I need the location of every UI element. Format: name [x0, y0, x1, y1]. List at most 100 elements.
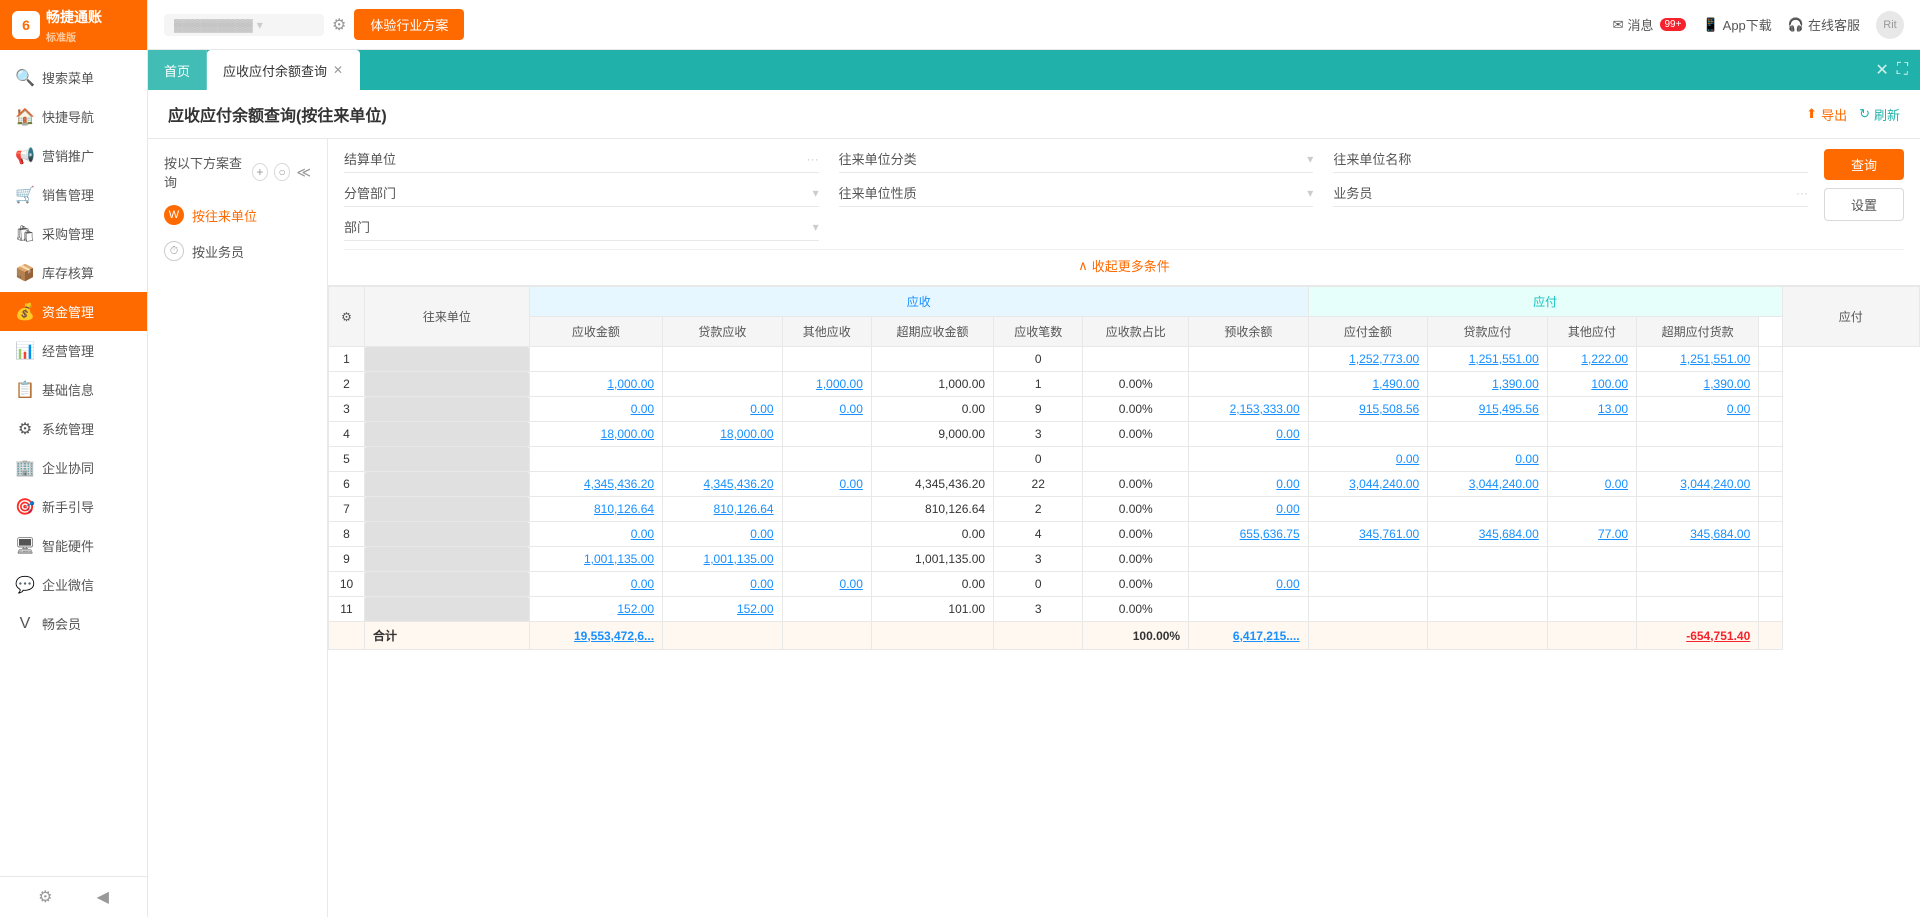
table-cell[interactable]: 655,636.75 [1189, 522, 1309, 547]
table-cell[interactable]: 0.00 [782, 472, 871, 497]
table-cell[interactable]: 1,222.00 [1547, 347, 1636, 372]
sidebar-item-finance[interactable]: 💰 资金管理 [0, 292, 147, 331]
address-bar[interactable]: ▓▓▓▓▓▓▓▓▓ ▾ [164, 14, 324, 36]
table-cell[interactable]: 0.00 [1308, 447, 1428, 472]
salesman-dots-icon[interactable]: ··· [1796, 186, 1808, 200]
total-ar-amount[interactable]: 19,553,472,6... [529, 622, 662, 650]
query-option-salesman[interactable]: ⏱ 按业务员 [148, 233, 327, 269]
table-cell[interactable]: 13.00 [1547, 397, 1636, 422]
sidebar-item-vip[interactable]: V 畅会员 [0, 604, 147, 643]
edit-scheme-button[interactable]: ○ [274, 163, 290, 181]
total-ap-overdue[interactable]: -654,751.40 [1637, 622, 1759, 650]
online-service-btn[interactable]: 🎧 在线客服 [1788, 15, 1860, 34]
sidebar-item-shortcut[interactable]: 🏠 快捷导航 [0, 97, 147, 136]
dept-mgr-select[interactable]: ▾ [412, 186, 819, 200]
collapse-filter-btn[interactable]: ∧ 收起更多条件 [344, 249, 1904, 275]
table-cell[interactable]: 345,684.00 [1428, 522, 1548, 547]
table-cell[interactable]: 152.00 [529, 597, 662, 622]
table-cell[interactable]: 3,044,240.00 [1308, 472, 1428, 497]
table-cell[interactable]: 0.00 [529, 397, 662, 422]
table-cell[interactable]: 1,390.00 [1428, 372, 1548, 397]
collapse-scheme-icon[interactable]: ≪ [296, 164, 311, 181]
settlement-input[interactable] [412, 151, 799, 166]
table-cell[interactable]: 810,126.64 [663, 497, 783, 522]
table-cell[interactable]: 0.00 [782, 397, 871, 422]
table-cell[interactable]: 0.00 [1428, 447, 1548, 472]
table-cell[interactable]: 1,252,773.00 [1308, 347, 1428, 372]
table-cell[interactable]: 4,345,436.20 [529, 472, 662, 497]
sidebar-item-hardware[interactable]: 🖥 智能硬件 [0, 526, 147, 565]
partner-cat-select[interactable]: ▾ [927, 152, 1314, 166]
table-cell[interactable]: 1,000.00 [529, 372, 662, 397]
sidebar-item-wechat[interactable]: 💬 企业微信 [0, 565, 147, 604]
table-cell[interactable]: 915,508.56 [1308, 397, 1428, 422]
table-cell[interactable]: 810,126.64 [529, 497, 662, 522]
salesman-filter-input[interactable] [1401, 185, 1788, 200]
tab-home[interactable]: 首页 [148, 50, 207, 90]
table-cell[interactable]: 77.00 [1547, 522, 1636, 547]
table-cell[interactable]: 345,761.00 [1308, 522, 1428, 547]
address-dropdown-icon[interactable]: ▾ [257, 18, 263, 32]
table-cell[interactable]: 152.00 [663, 597, 783, 622]
sidebar-item-sales[interactable]: 🛒 销售管理 [0, 175, 147, 214]
table-cell[interactable]: 0.00 [663, 572, 783, 597]
table-cell[interactable]: 0.00 [663, 522, 783, 547]
table-cell[interactable]: 0.00 [663, 397, 783, 422]
col-settings-header[interactable]: ⚙ [329, 287, 365, 347]
sidebar-item-system[interactable]: ⚙ 系统管理 [0, 409, 147, 448]
header-settings-icon[interactable]: ⚙ [332, 15, 346, 35]
table-cell[interactable]: 0.00 [1189, 497, 1309, 522]
table-cell[interactable]: 915,495.56 [1428, 397, 1548, 422]
table-cell[interactable]: 1,490.00 [1308, 372, 1428, 397]
table-cell[interactable]: 0.00 [529, 522, 662, 547]
table-cell[interactable]: 0.00 [1637, 397, 1759, 422]
partner-nature-select[interactable]: ▾ [927, 186, 1314, 200]
table-cell[interactable]: 0.00 [1189, 472, 1309, 497]
table-cell[interactable]: 4,345,436.20 [663, 472, 783, 497]
table-cell[interactable]: 1,390.00 [1637, 372, 1759, 397]
sidebar-item-guide[interactable]: 🎯 新手引导 [0, 487, 147, 526]
settings-bottom-icon[interactable]: ⚙ [38, 887, 52, 907]
tab-expand-icon[interactable]: ⛶ [1897, 61, 1908, 79]
table-cell[interactable]: 1,251,551.00 [1637, 347, 1759, 372]
table-cell[interactable]: 3,044,240.00 [1637, 472, 1759, 497]
tab-receivable[interactable]: 应收应付余额查询 ✕ [207, 50, 360, 90]
table-cell[interactable]: 0.00 [782, 572, 871, 597]
sidebar-item-management[interactable]: 📊 经营管理 [0, 331, 147, 370]
user-avatar[interactable]: Rit [1876, 11, 1904, 39]
query-option-partner[interactable]: W 按往来单位 [148, 197, 327, 233]
sidebar-item-inventory[interactable]: 📦 库存核算 [0, 253, 147, 292]
solution-button[interactable]: 体验行业方案 [354, 9, 464, 40]
query-button[interactable]: 查询 [1824, 149, 1904, 180]
add-scheme-button[interactable]: + [252, 163, 268, 181]
sidebar-item-corp[interactable]: 🏢 企业协同 [0, 448, 147, 487]
table-cell[interactable]: 1,001,135.00 [529, 547, 662, 572]
table-cell[interactable]: 1,000.00 [782, 372, 871, 397]
tab-close-icon[interactable]: ✕ [333, 63, 343, 77]
table-cell[interactable]: 0.00 [1189, 422, 1309, 447]
settlement-dots-icon[interactable]: ··· [807, 152, 819, 166]
collapse-sidebar-icon[interactable]: ◀ [97, 887, 109, 907]
message-btn[interactable]: ✉ 消息 99+ [1613, 15, 1687, 34]
table-cell[interactable]: 1,251,551.00 [1428, 347, 1548, 372]
table-cell[interactable]: 18,000.00 [663, 422, 783, 447]
table-cell[interactable]: 345,684.00 [1637, 522, 1759, 547]
settings-button[interactable]: 设置 [1824, 188, 1904, 221]
table-cell[interactable]: 100.00 [1547, 372, 1636, 397]
partner-name-input[interactable] [1421, 151, 1808, 166]
tab-close-action-icon[interactable]: ✕ [1875, 60, 1888, 80]
table-cell[interactable]: 0.00 [529, 572, 662, 597]
refresh-button[interactable]: ↻ 刷新 [1859, 105, 1900, 124]
table-cell[interactable]: 1,001,135.00 [663, 547, 783, 572]
table-cell[interactable]: 2,153,333.00 [1189, 397, 1309, 422]
table-cell[interactable]: 0.00 [1189, 572, 1309, 597]
sidebar-item-purchase[interactable]: 🛍 采购管理 [0, 214, 147, 253]
app-download-btn[interactable]: 📱 App下载 [1702, 15, 1771, 34]
sidebar-item-marketing[interactable]: 📢 营销推广 [0, 136, 147, 175]
table-cell[interactable]: 0.00 [1547, 472, 1636, 497]
export-button[interactable]: ⬆ 导出 [1806, 105, 1847, 124]
table-cell[interactable]: 3,044,240.00 [1428, 472, 1548, 497]
dept-select[interactable]: ▾ [412, 220, 819, 234]
sidebar-item-search[interactable]: 🔍 搜索菜单 [0, 58, 147, 97]
total-ar-advance[interactable]: 6,417,215.... [1189, 622, 1309, 650]
